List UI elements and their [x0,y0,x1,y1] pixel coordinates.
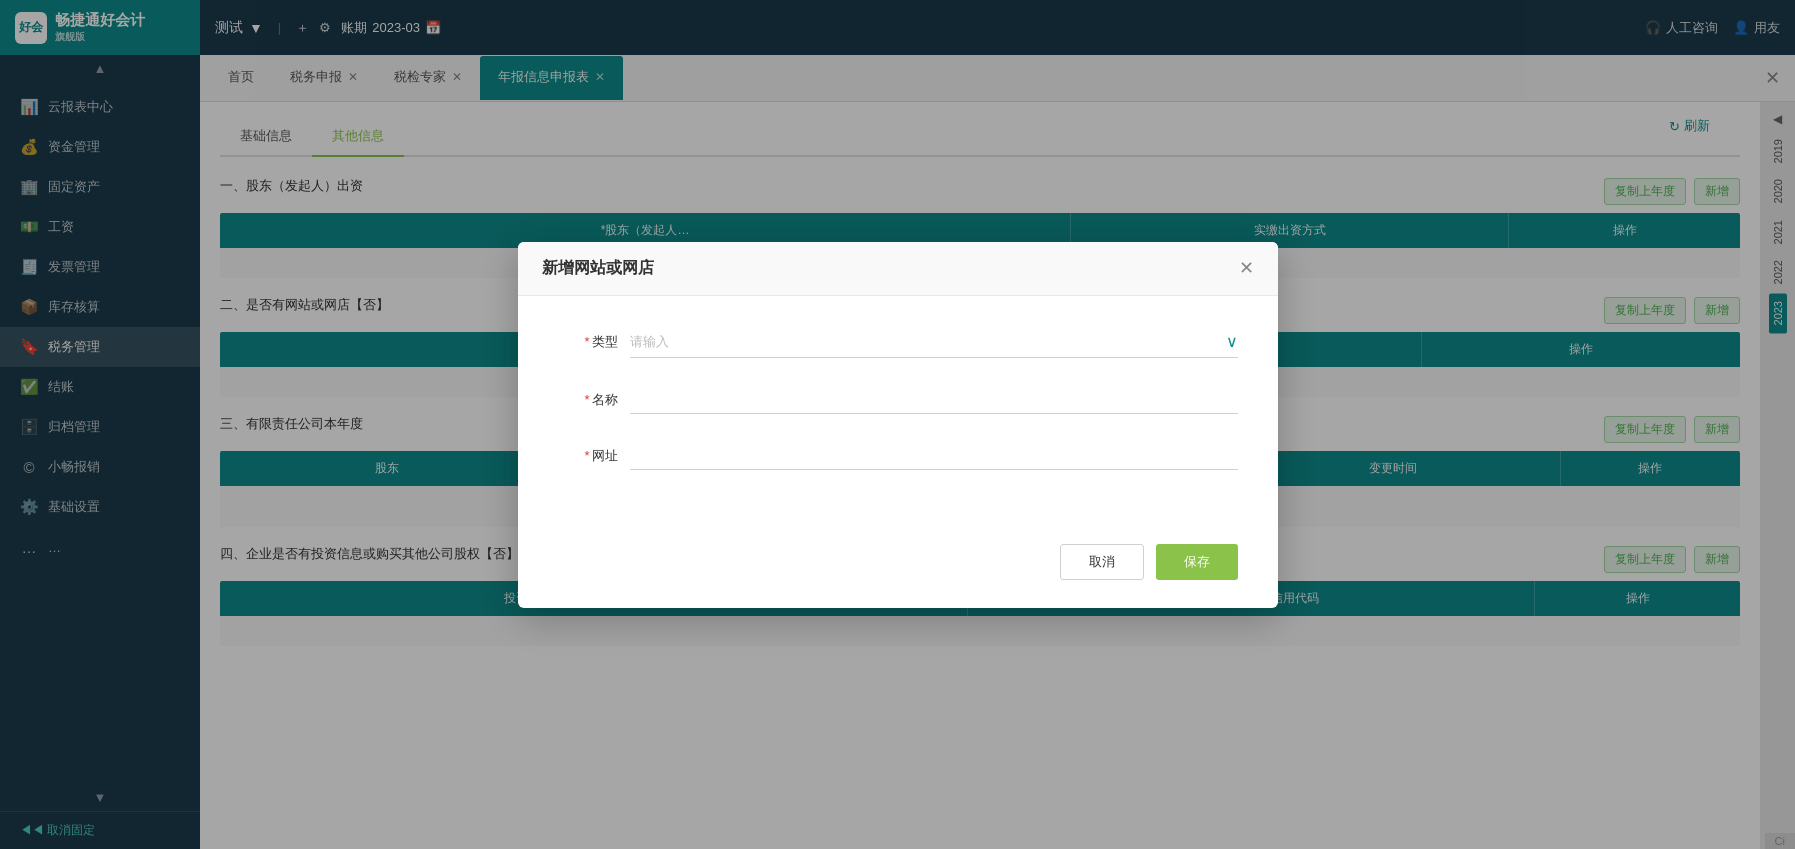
modal-body: *类型 ∨ *名称 *网址 [518,296,1278,528]
modal-add-website: 新增网站或网店 ✕ *类型 ∨ *名称 [518,242,1278,608]
type-label: *类型 [558,333,618,351]
modal-title: 新增网站或网店 [542,258,654,279]
modal-footer: 取消 保存 [518,528,1278,608]
url-required-star: * [584,448,589,463]
type-input[interactable] [630,334,1226,349]
name-required-star: * [584,392,589,407]
form-field-type: *类型 ∨ [558,326,1238,358]
modal-overlay: 新增网站或网店 ✕ *类型 ∨ *名称 [0,0,1795,849]
url-label: *网址 [558,447,618,465]
type-input-wrapper[interactable]: ∨ [630,326,1238,358]
form-field-url: *网址 [558,442,1238,470]
save-button[interactable]: 保存 [1156,544,1238,580]
name-input-wrapper[interactable] [630,386,1238,414]
url-input[interactable] [630,448,1238,463]
type-required-star: * [584,334,589,349]
url-input-wrapper[interactable] [630,442,1238,470]
modal-header: 新增网站或网店 ✕ [518,242,1278,296]
type-dropdown-arrow: ∨ [1226,332,1238,351]
name-label: *名称 [558,391,618,409]
modal-close-button[interactable]: ✕ [1239,259,1254,277]
cancel-button[interactable]: 取消 [1060,544,1144,580]
name-input[interactable] [630,392,1238,407]
form-field-name: *名称 [558,386,1238,414]
